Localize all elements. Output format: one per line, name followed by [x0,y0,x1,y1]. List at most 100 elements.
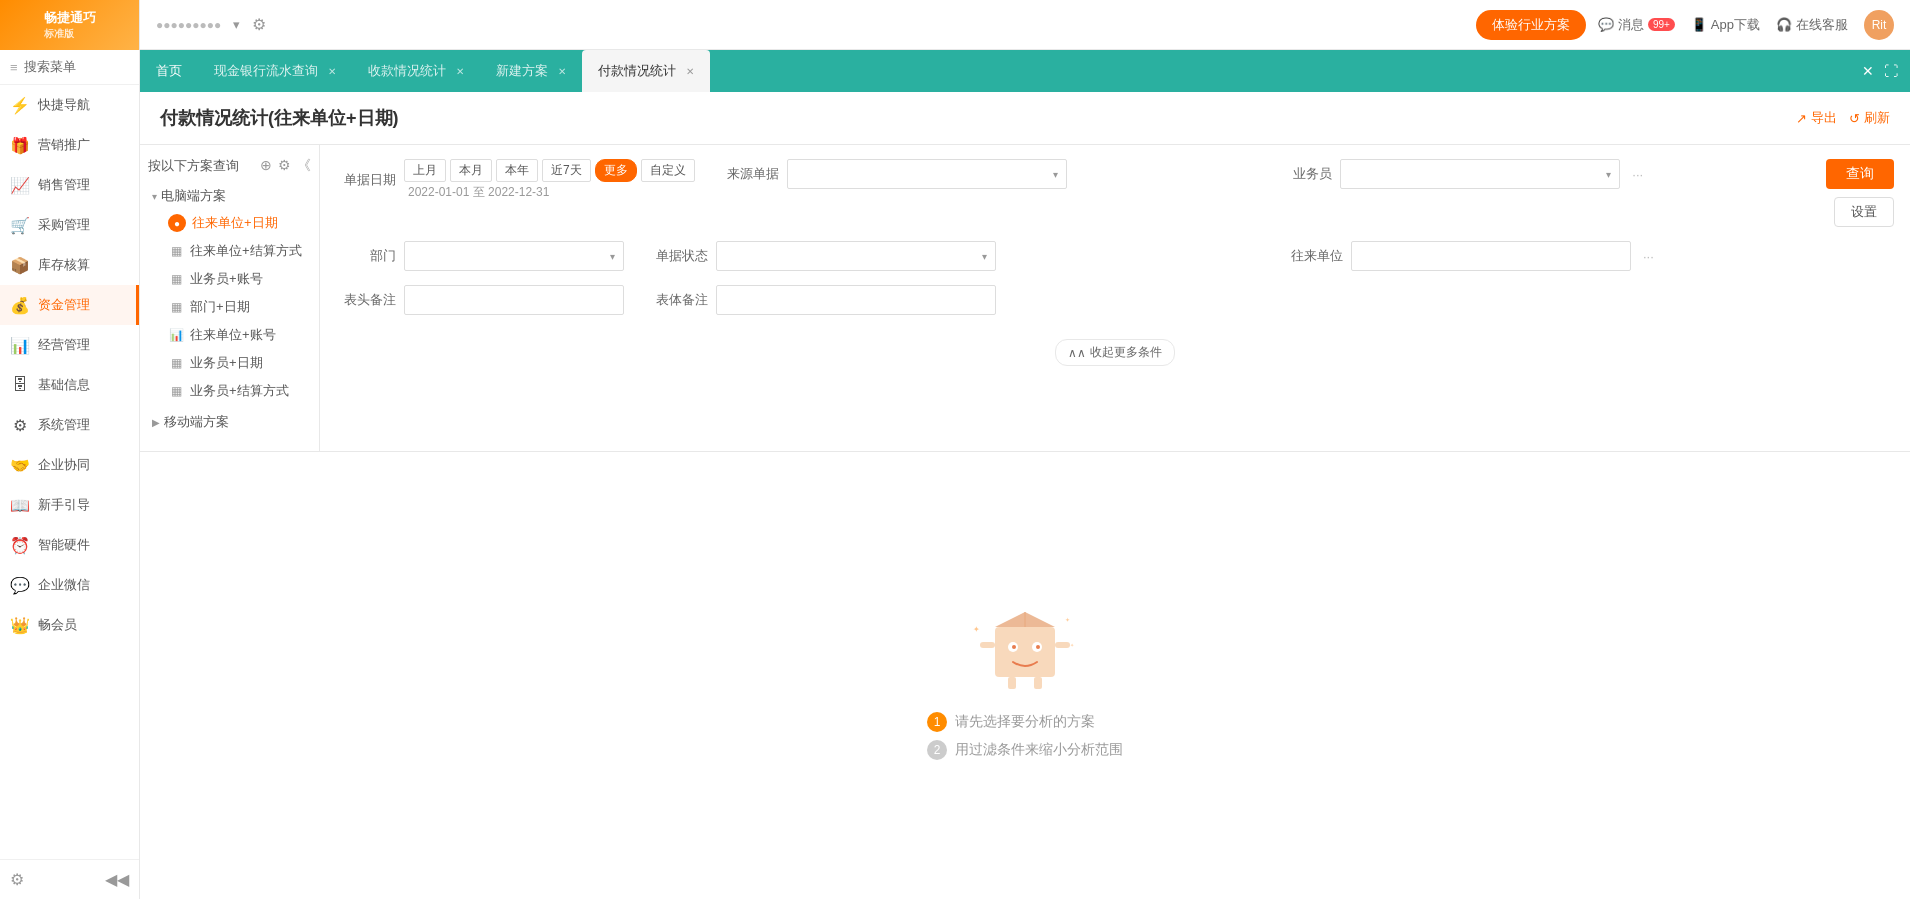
status-select[interactable]: ▾ [716,241,996,271]
bottom-collapse-icon[interactable]: ◀◀ [105,870,129,889]
sidebar-item-basic-info[interactable]: 🗄 基础信息 [0,365,139,405]
grid-icon: ▦ [168,271,184,287]
settings-btn[interactable]: 设置 [1834,197,1894,227]
scheme-item-label: 往来单位+账号 [190,326,276,344]
sidebar-item-sales[interactable]: 📈 销售管理 [0,165,139,205]
sidebar-item-smart-hw[interactable]: ⏰ 智能硬件 [0,525,139,565]
app-version: 标准版 [44,27,96,41]
user-avatar[interactable]: Rit [1864,10,1894,40]
tab-receipts-stats-close[interactable]: ✕ [456,66,464,77]
sidebar-item-quick-nav[interactable]: ⚡ 快捷导航 [0,85,139,125]
main-content: ●●●●●●●●● ▾ ⚙ 体验行业方案 💬 消息 99+ 📱 App下载 🎧 … [140,0,1910,899]
date-field: 单据日期 上月 本月 本年 近7天 更多 自定义 2022-01-01 至 20… [336,159,695,201]
tab-home[interactable]: 首页 [140,50,198,92]
date-this-year[interactable]: 本年 [496,159,538,182]
salesman-select[interactable]: ▾ [1340,159,1620,189]
step1-num: 1 [927,712,947,732]
sidebar-item-label: 快捷导航 [38,96,90,114]
sidebar-item-new-guide[interactable]: 📖 新手引导 [0,485,139,525]
scheme-item-salesman-date[interactable]: ▦ 业务员+日期 [148,349,311,377]
sidebar-item-inventory[interactable]: 📦 库存核算 [0,245,139,285]
sidebar-item-wechat[interactable]: 💬 企业微信 [0,565,139,605]
phone-icon: 📱 [1691,17,1707,32]
sidebar-item-label: 智能硬件 [38,536,90,554]
tab-receipts-stats[interactable]: 收款情况统计 ✕ [352,50,480,92]
message-action[interactable]: 💬 消息 99+ [1598,16,1675,34]
dept-select-arrow: ▾ [610,251,615,262]
refresh-icon: ↺ [1849,111,1860,126]
date-this-month[interactable]: 本月 [450,159,492,182]
message-label: 消息 [1618,16,1644,34]
scheme-item-unit-date[interactable]: ● 往来单位+日期 [148,209,311,237]
enterprise-icon: 🤝 [10,455,30,475]
bottom-settings-icon[interactable]: ⚙ [10,870,24,889]
tab-new-scheme-close[interactable]: ✕ [558,66,566,77]
page-title: 付款情况统计(往来单位+日期) [160,106,399,130]
scheme-item-unit-account[interactable]: 📊 往来单位+账号 [148,321,311,349]
sidebar-item-finance[interactable]: 💰 资金管理 [0,285,139,325]
filter-row-1: 单据日期 上月 本月 本年 近7天 更多 自定义 2022-01-01 至 20… [336,159,1894,227]
source-select[interactable]: ▾ [787,159,1067,189]
scheme-add-icon[interactable]: ⊕ [260,157,272,175]
sidebar-item-operations[interactable]: 📊 经营管理 [0,325,139,365]
tab-expand-icon[interactable]: ⛶ [1884,63,1898,79]
purchase-icon: 🛒 [10,215,30,235]
scheme-section-desktop: ▾ 电脑端方案 ● 往来单位+日期 ▦ 往来单位+结算方式 ▦ 业务员+账号 [148,183,311,405]
scheme-section-mobile-header[interactable]: ▶ 移动端方案 [148,409,311,435]
unit-field: 往来单位 ··· [1283,241,1894,271]
header-actions: 💬 消息 99+ 📱 App下载 🎧 在线客服 Rit [1598,10,1894,40]
sidebar-item-enterprise[interactable]: 🤝 企业协同 [0,445,139,485]
scheme-sidebar: 按以下方案查询 ⊕ ⚙ 《 ▾ 电脑端方案 ● 往来单位+日期 [140,145,320,451]
source-field: 来源单据 ▾ [719,159,1249,189]
app-download-label: App下载 [1711,16,1760,34]
scheme-settings-icon[interactable]: ⚙ [278,157,291,175]
tab-close-all-icon[interactable]: ✕ [1862,63,1874,79]
tab-bank-flow-close[interactable]: ✕ [328,66,336,77]
step1-text: 请先选择要分析的方案 [955,713,1095,731]
collapse-area: ∧∧ 收起更多条件 [336,329,1894,376]
refresh-btn[interactable]: ↺ 刷新 [1849,109,1890,127]
source-label: 来源单据 [719,165,779,183]
unit-ellipsis[interactable]: ··· [1643,249,1654,264]
tab-bank-flow[interactable]: 现金银行流水查询 ✕ [198,50,352,92]
collapse-more-btn[interactable]: ∧∧ 收起更多条件 [1055,339,1175,366]
grid-icon: ▦ [168,299,184,315]
sidebar-item-marketing[interactable]: 🎁 营销推广 [0,125,139,165]
body-note-input[interactable] [716,285,996,315]
inventory-icon: 📦 [10,255,30,275]
dept-select[interactable]: ▾ [404,241,624,271]
tab-payment-stats[interactable]: 付款情况统计 ✕ [582,50,710,92]
search-icon: ≡ [10,60,18,75]
online-service-action[interactable]: 🎧 在线客服 [1776,16,1848,34]
header-note-input[interactable] [404,285,624,315]
app-download-action[interactable]: 📱 App下载 [1691,16,1760,34]
unit-select[interactable] [1351,241,1631,271]
scheme-collapse-icon[interactable]: 《 [297,157,311,175]
sidebar-item-sys-mgmt[interactable]: ⚙ 系统管理 [0,405,139,445]
export-btn[interactable]: ↗ 导出 [1796,109,1837,127]
scheme-item-label: 业务员+账号 [190,270,263,288]
scheme-item-salesman-settle[interactable]: ▦ 业务员+结算方式 [148,377,311,405]
scheme-item-unit-settle[interactable]: ▦ 往来单位+结算方式 [148,237,311,265]
salesman-ellipsis[interactable]: ··· [1632,167,1643,182]
tab-new-scheme[interactable]: 新建方案 ✕ [480,50,582,92]
scheme-item-salesman-account[interactable]: ▦ 业务员+账号 [148,265,311,293]
search-menu[interactable]: ≡ 搜索菜单 [0,50,139,85]
scheme-item-dept-date[interactable]: ▦ 部门+日期 [148,293,311,321]
date-last-7-days[interactable]: 近7天 [542,159,591,182]
tab-payment-stats-close[interactable]: ✕ [686,66,694,77]
chevron-down-icon[interactable]: ▾ [233,17,240,32]
gear-icon[interactable]: ⚙ [252,15,266,34]
sales-icon: 📈 [10,175,30,195]
grid-icon: ▦ [168,355,184,371]
query-btn[interactable]: 查询 [1826,159,1894,189]
date-custom[interactable]: 自定义 [641,159,695,182]
trial-btn[interactable]: 体验行业方案 [1476,10,1586,40]
date-range-text: 2022-01-01 至 2022-12-31 [408,184,695,201]
date-last-month[interactable]: 上月 [404,159,446,182]
date-more[interactable]: 更多 [595,159,637,182]
sidebar-item-purchase[interactable]: 🛒 采购管理 [0,205,139,245]
sidebar-item-member[interactable]: 👑 畅会员 [0,605,139,645]
scheme-section-desktop-header[interactable]: ▾ 电脑端方案 [148,183,311,209]
sidebar-item-label: 资金管理 [38,296,90,314]
